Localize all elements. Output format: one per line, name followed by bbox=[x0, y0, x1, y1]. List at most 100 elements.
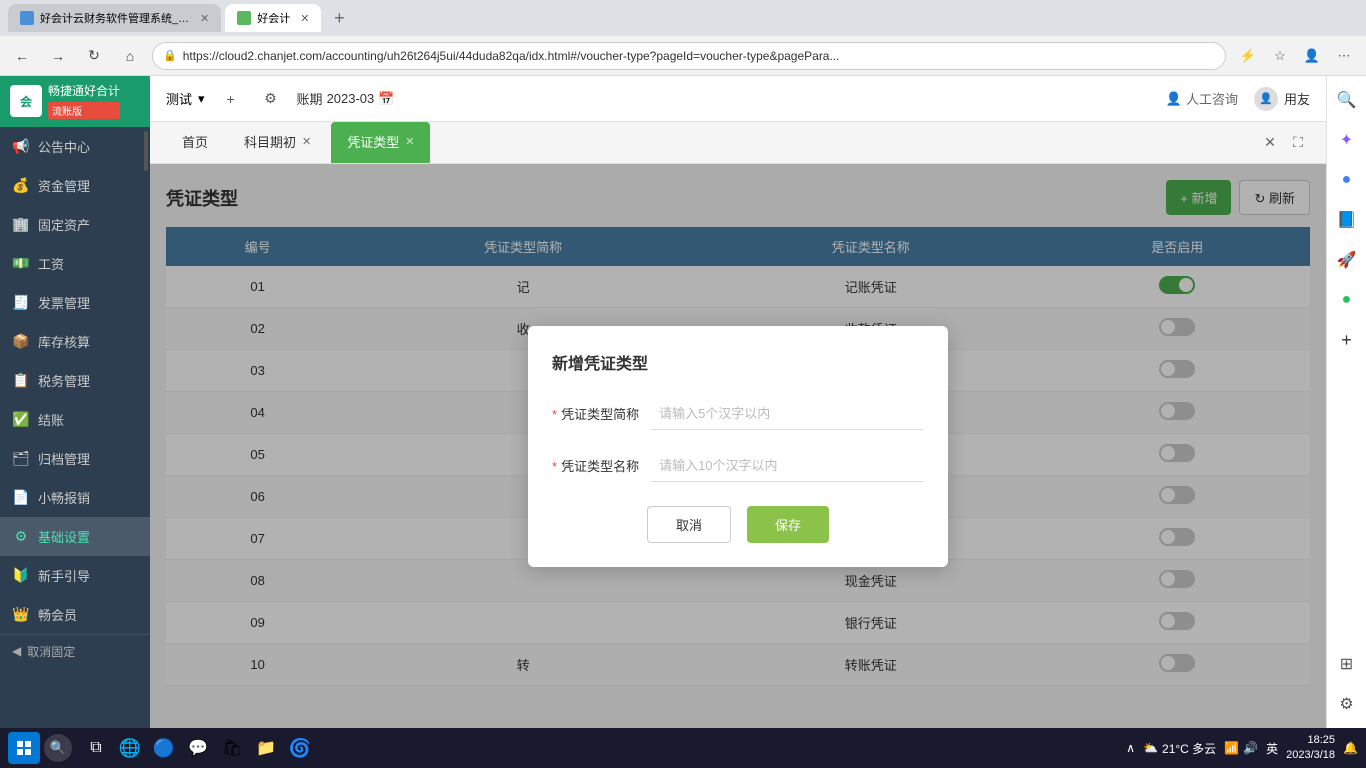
consult-button[interactable]: 👤 人工咨询 bbox=[1166, 89, 1238, 108]
sidebar-item-notice[interactable]: 📢 公告中心 bbox=[0, 127, 150, 166]
browser-tab-2-label: 好会计 bbox=[257, 10, 290, 26]
sidebar-item-assets[interactable]: 🏢 固定资产 bbox=[0, 205, 150, 244]
company-dropdown-icon: ▾ bbox=[198, 91, 205, 107]
sidebar-item-report[interactable]: 📄 小畅报销 bbox=[0, 478, 150, 517]
period-value: 2023-03 bbox=[327, 91, 375, 106]
url-bar[interactable]: 🔒 https://cloud2.chanjet.com/accounting/… bbox=[152, 42, 1226, 70]
notice-icon: 📢 bbox=[12, 137, 30, 155]
sidebar-item-tax[interactable]: 📋 税务管理 bbox=[0, 361, 150, 400]
salary-icon: 💵 bbox=[12, 254, 30, 272]
sidebar: 会 畅捷通好合计 流账版 📢 公告中心 💰 资金管理 🏢 bbox=[0, 76, 150, 728]
sidebar-label-invoice: 发票管理 bbox=[38, 293, 90, 312]
taskbar-icon-wechat[interactable]: 💬 bbox=[182, 732, 214, 764]
right-settings-btn[interactable]: ⚙ bbox=[1331, 688, 1363, 720]
right-search-btn[interactable]: 🔍 bbox=[1331, 84, 1363, 116]
sidebar-item-settings[interactable]: ⚙ 基础设置 bbox=[0, 517, 150, 556]
browser-tab-2[interactable]: 好会计 ✕ bbox=[225, 4, 321, 32]
tab-subjects[interactable]: 科目期初 ✕ bbox=[228, 122, 327, 163]
refresh-button[interactable]: ↻ bbox=[80, 42, 108, 70]
sidebar-item-guide[interactable]: 🔰 新手引导 bbox=[0, 556, 150, 595]
app-header: 测试 ▾ + ⚙ 账期 2023-03 📅 👤 人工咨询 👤 用友 bbox=[150, 76, 1326, 122]
notification-icon[interactable]: 🔔 bbox=[1343, 741, 1358, 755]
taskbar-search-btn[interactable]: 🔍 bbox=[44, 734, 72, 762]
sidebar-footer[interactable]: ◀ 取消固定 bbox=[0, 634, 150, 668]
user-info[interactable]: 👤 用友 bbox=[1254, 87, 1310, 111]
period-info: 账期 2023-03 📅 bbox=[297, 89, 395, 108]
browser-tab-1-label: 好会计云财务软件管理系统_会计 bbox=[40, 10, 190, 26]
short-name-input[interactable] bbox=[651, 398, 924, 430]
consult-label: 人工咨询 bbox=[1186, 89, 1238, 108]
page-content: 凭证类型 + 新增 ↻ 刷新 编号 凭证类型简称 凭证类型名称 是否启用 bbox=[150, 164, 1326, 728]
sidebar-item-member[interactable]: 👑 畅会员 bbox=[0, 595, 150, 634]
extensions-btn[interactable]: ⚡ bbox=[1234, 42, 1262, 70]
add-button[interactable]: + bbox=[217, 85, 245, 113]
right-green-btn[interactable]: ● bbox=[1331, 284, 1363, 316]
browser-tab-1[interactable]: 好会计云财务软件管理系统_会计 ✕ bbox=[8, 4, 221, 32]
tab-navigation: 首页 科目期初 ✕ 凭证类型 ✕ ✕ ⛶ bbox=[150, 122, 1326, 164]
home-button[interactable]: ⌂ bbox=[116, 42, 144, 70]
period-calendar-icon[interactable]: 📅 bbox=[378, 91, 394, 107]
cancel-button[interactable]: 取消 bbox=[647, 506, 731, 543]
taskbar-icon-taskview[interactable]: ⧉ bbox=[80, 732, 112, 764]
taskbar-icon-store[interactable]: 🛍 bbox=[216, 732, 248, 764]
address-bar: ← → ↻ ⌂ 🔒 https://cloud2.chanjet.com/acc… bbox=[0, 36, 1366, 76]
taskbar-icon-edge2[interactable]: 🌀 bbox=[284, 732, 316, 764]
network-icon[interactable]: 📶 bbox=[1224, 741, 1239, 755]
more-btn[interactable]: ⋯ bbox=[1330, 42, 1358, 70]
sidebar-item-funds[interactable]: 💰 资金管理 bbox=[0, 166, 150, 205]
tab-minimize-button[interactable]: ✕ bbox=[1258, 131, 1282, 155]
modal-actions: 取消 保存 bbox=[552, 506, 924, 543]
tab-subjects-close[interactable]: ✕ bbox=[302, 135, 311, 148]
sidebar-item-salary[interactable]: 💵 工资 bbox=[0, 244, 150, 283]
taskbar-icon-chrome[interactable]: 🔵 bbox=[148, 732, 180, 764]
volume-icon[interactable]: 🔊 bbox=[1243, 741, 1258, 755]
start-button[interactable] bbox=[8, 732, 40, 764]
settings-icon: ⚙ bbox=[12, 527, 30, 545]
browser-tab-2-close[interactable]: ✕ bbox=[300, 12, 309, 25]
full-name-label: 凭证类型名称 bbox=[552, 456, 639, 475]
language-indicator[interactable]: 英 bbox=[1266, 740, 1278, 757]
logo-badge: 流账版 bbox=[48, 102, 120, 119]
right-star-btn[interactable]: ✦ bbox=[1331, 124, 1363, 156]
tab-voucher-types[interactable]: 凭证类型 ✕ bbox=[331, 122, 430, 163]
user-label: 用友 bbox=[1284, 89, 1310, 108]
tray-chevron-icon[interactable]: ∧ bbox=[1126, 741, 1135, 755]
company-selector[interactable]: 测试 ▾ bbox=[166, 89, 205, 108]
tab-home-label: 首页 bbox=[182, 132, 208, 151]
sidebar-item-archive[interactable]: 🗂 归档管理 bbox=[0, 439, 150, 478]
settings-button[interactable]: ⚙ bbox=[257, 85, 285, 113]
date-display: 2023/3/18 bbox=[1286, 748, 1335, 763]
sidebar-item-invoice[interactable]: 🧾 发票管理 bbox=[0, 283, 150, 322]
full-name-input[interactable] bbox=[651, 450, 924, 482]
sidebar-label-guide: 新手引导 bbox=[38, 566, 90, 585]
sidebar-logo[interactable]: 会 畅捷通好合计 流账版 bbox=[0, 76, 150, 127]
bookmark-btn[interactable]: ☆ bbox=[1266, 42, 1294, 70]
weather-icon: ⛅ bbox=[1143, 741, 1158, 755]
forward-button[interactable]: → bbox=[44, 42, 72, 70]
save-button[interactable]: 保存 bbox=[747, 506, 829, 543]
profile-btn[interactable]: 👤 bbox=[1298, 42, 1326, 70]
tab-home[interactable]: 首页 bbox=[166, 122, 224, 163]
browser-tab-bar: 好会计云财务软件管理系统_会计 ✕ 好会计 ✕ + bbox=[0, 0, 1366, 36]
tax-icon: 📋 bbox=[12, 371, 30, 389]
system-tray: ∧ bbox=[1126, 741, 1135, 755]
right-add-btn[interactable]: + bbox=[1331, 324, 1363, 356]
taskbar-icon-folder[interactable]: 📁 bbox=[250, 732, 282, 764]
report-icon: 📄 bbox=[12, 488, 30, 506]
tab-maximize-button[interactable]: ⛶ bbox=[1286, 131, 1310, 155]
right-grid-btn[interactable]: ⊞ bbox=[1331, 648, 1363, 680]
right-blue-btn[interactable]: ● bbox=[1331, 164, 1363, 196]
right-rocket-btn[interactable]: 🚀 bbox=[1331, 244, 1363, 276]
right-book-btn[interactable]: 📘 bbox=[1331, 204, 1363, 236]
network-icons: 📶 🔊 bbox=[1224, 741, 1258, 755]
right-panel: 🔍 ✦ ● 📘 🚀 ● + ⊞ ⚙ bbox=[1326, 76, 1366, 728]
new-tab-button[interactable]: + bbox=[325, 4, 353, 32]
taskbar-icon-edge[interactable]: 🌐 bbox=[114, 732, 146, 764]
tab-voucher-types-close[interactable]: ✕ bbox=[405, 135, 414, 148]
url-text: https://cloud2.chanjet.com/accounting/uh… bbox=[183, 49, 1215, 63]
browser-tab-1-close[interactable]: ✕ bbox=[200, 12, 209, 25]
back-button[interactable]: ← bbox=[8, 42, 36, 70]
sidebar-item-checkout[interactable]: ✅ 结账 bbox=[0, 400, 150, 439]
sidebar-item-inventory[interactable]: 📦 库存核算 bbox=[0, 322, 150, 361]
short-name-label: 凭证类型简称 bbox=[552, 404, 639, 423]
